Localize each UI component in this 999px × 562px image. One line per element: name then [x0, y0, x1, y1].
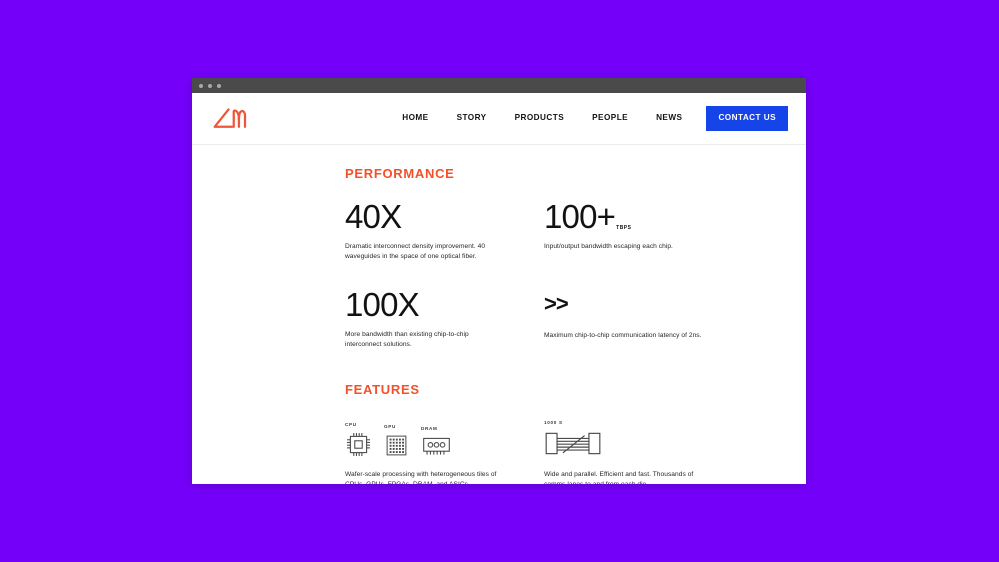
stat-value: 40X [345, 200, 505, 233]
cpu-chip-icon [347, 433, 370, 457]
feature-description: Wafer-scale processing with heterogeneou… [345, 471, 497, 484]
stat-card: 40X Dramatic interconnect density improv… [345, 200, 505, 262]
lightmatter-logo[interactable] [212, 106, 252, 132]
window-titlebar [192, 78, 806, 93]
stat-value-text: 100X [345, 286, 420, 324]
stat-card: >> Maximum chip-to-chip communication la… [544, 288, 704, 350]
stat-card: 100X More bandwidth than existing chip-t… [345, 288, 505, 350]
feature-icon-row: CPU GPU DRAM [345, 416, 544, 458]
stat-card: 100+ TBPS Input/output bandwidth escapin… [544, 200, 704, 262]
nav-item-news[interactable]: NEWS [642, 114, 696, 122]
stat-unit: TBPS [616, 225, 632, 231]
stat-description: Input/output bandwidth escaping each chi… [544, 243, 673, 250]
feature-card: CPU GPU DRAM Wafer-scale processing with… [345, 416, 544, 484]
nav-item-story[interactable]: STORY [443, 114, 501, 122]
stat-value: 100+ TBPS [544, 200, 704, 233]
icon-label: DRAM [421, 426, 438, 432]
nav-item-home[interactable]: HOME [388, 114, 442, 122]
stat-value-text: 100+ [544, 198, 616, 235]
comms-lanes-icon [545, 432, 601, 455]
stat-description: Maximum chip-to-chip communication laten… [544, 331, 702, 339]
gpu-grid-icon [386, 435, 407, 456]
stat-description: Dramatic interconnect density improvemen… [345, 243, 486, 261]
features-section: FEATURES CPU GPU DRAM Wafer-scale proces… [345, 383, 746, 484]
stat-value: 100X [345, 288, 505, 321]
stat-value-text: 40X [345, 198, 402, 235]
browser-window: HOME STORY PRODUCTS PEOPLE NEWS CONTACT … [192, 78, 806, 484]
features-section-title: FEATURES [345, 382, 420, 398]
feature-icon-row: 1000 S [544, 416, 746, 458]
icon-label: 1000 S [544, 420, 563, 426]
window-minimize-dot[interactable] [208, 83, 212, 88]
nav-item-people[interactable]: PEOPLE [578, 114, 642, 122]
main-content: PERFORMANCE 40X Dramatic interconnect de… [192, 145, 806, 484]
icon-cell-cpu: CPU [345, 423, 372, 458]
features-grid: CPU GPU DRAM Wafer-scale processing with… [345, 416, 746, 484]
performance-stats-grid: 40X Dramatic interconnect density improv… [345, 200, 746, 350]
nav-links: HOME STORY PRODUCTS PEOPLE NEWS CONTACT … [388, 106, 788, 131]
stat-description: More bandwidth than existing chip-to-chi… [345, 331, 469, 349]
stat-value: >> [544, 291, 569, 317]
icon-cell-dram: DRAM [421, 427, 452, 458]
site-navbar: HOME STORY PRODUCTS PEOPLE NEWS CONTACT … [192, 93, 806, 145]
feature-description: Wide and parallel. Efficient and fast. T… [544, 471, 694, 484]
dram-module-icon [423, 437, 450, 455]
contact-us-button[interactable]: CONTACT US [706, 106, 788, 131]
icon-cell-gpu: GPU [384, 425, 409, 458]
performance-section-title: PERFORMANCE [345, 166, 455, 181]
nav-item-products[interactable]: PRODUCTS [501, 114, 579, 122]
icon-label: CPU [345, 422, 357, 428]
page-backdrop: HOME STORY PRODUCTS PEOPLE NEWS CONTACT … [0, 0, 999, 562]
icon-label: GPU [384, 424, 397, 430]
feature-card: 1000 S Wide and parallel. Efficient and … [544, 416, 746, 484]
window-close-dot[interactable] [199, 83, 203, 88]
icon-cell-lanes: 1000 S [544, 421, 602, 458]
window-maximize-dot[interactable] [217, 83, 221, 88]
